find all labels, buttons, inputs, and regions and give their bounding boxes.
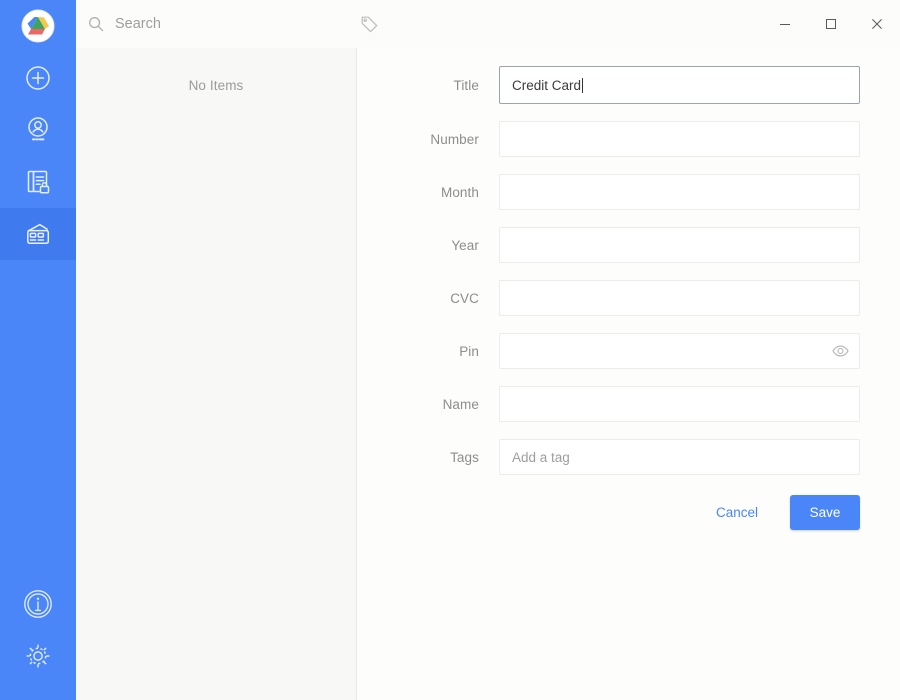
field-cvc: CVC	[357, 280, 900, 316]
field-number: Number	[357, 121, 900, 157]
field-month: Month	[357, 174, 900, 210]
person-credentials-icon	[28, 117, 48, 141]
input-cvc[interactable]	[499, 280, 860, 316]
maximize-icon	[826, 19, 836, 29]
search-icon	[89, 17, 104, 32]
item-form: Title Credit Card Number Month Year CVC …	[357, 48, 900, 700]
app-window: No Items Title Credit Card Number Month	[0, 0, 900, 700]
cancel-button[interactable]: Cancel	[708, 499, 766, 526]
input-number[interactable]	[499, 121, 860, 157]
label-number: Number	[430, 131, 479, 147]
label-name: Name	[442, 396, 479, 412]
toggle-pin-visibility-button[interactable]	[832, 345, 849, 358]
input-tags[interactable]: Add a tag	[499, 439, 860, 475]
close-icon	[872, 19, 882, 29]
app-logo-icon	[21, 9, 55, 43]
text-caret	[582, 77, 584, 93]
label-month: Month	[440, 184, 479, 200]
eye-icon	[832, 345, 849, 357]
sidebar-item-cards[interactable]	[0, 208, 76, 260]
close-button[interactable]	[854, 0, 900, 48]
sidebar	[0, 0, 76, 700]
gear-icon	[26, 644, 50, 668]
label-pin: Pin	[459, 343, 479, 359]
sidebar-top-group	[0, 0, 76, 260]
wallet-card-icon	[27, 223, 50, 244]
input-title[interactable]: Credit Card	[499, 66, 860, 104]
save-button[interactable]: Save	[790, 495, 860, 530]
title-bar: Search	[76, 0, 900, 48]
item-form-panel: Title Credit Card Number Month Year CVC …	[357, 0, 900, 700]
plus-circle-icon	[26, 66, 50, 90]
field-year: Year	[357, 227, 900, 263]
info-badge-icon	[24, 590, 52, 618]
sidebar-bottom-group	[0, 578, 76, 700]
tag-filter-button[interactable]	[355, 10, 383, 38]
input-name[interactable]	[499, 386, 860, 422]
sidebar-item-notes[interactable]	[0, 156, 76, 208]
sidebar-item-about[interactable]	[0, 578, 76, 630]
secure-note-icon	[27, 170, 50, 194]
label-year: Year	[451, 237, 479, 253]
items-list[interactable]: No Items	[76, 48, 356, 700]
sidebar-item-logins[interactable]	[0, 104, 76, 156]
minimize-button[interactable]	[762, 0, 808, 48]
form-actions: Cancel Save	[357, 495, 900, 530]
app-logo	[0, 0, 76, 52]
label-cvc: CVC	[450, 290, 479, 306]
items-list-panel: No Items	[76, 0, 357, 700]
field-title: Title Credit Card	[357, 66, 900, 104]
search-placeholder: Search	[115, 16, 161, 32]
input-pin[interactable]	[499, 333, 860, 369]
tag-icon	[361, 16, 377, 32]
label-tags: Tags	[450, 449, 479, 465]
window-controls	[762, 0, 900, 48]
input-title-value: Credit Card	[512, 77, 582, 93]
minimize-icon	[780, 24, 790, 25]
sidebar-item-settings[interactable]	[0, 630, 76, 682]
input-month[interactable]	[499, 174, 860, 210]
field-tags: Tags Add a tag	[357, 439, 900, 475]
input-tags-placeholder: Add a tag	[512, 449, 570, 465]
maximize-button[interactable]	[808, 0, 854, 48]
sidebar-item-add[interactable]	[0, 52, 76, 104]
field-pin: Pin	[357, 333, 900, 369]
label-title: Title	[453, 77, 479, 93]
field-name: Name	[357, 386, 900, 422]
search-input[interactable]: Search	[88, 9, 338, 39]
empty-state-message: No Items	[188, 78, 244, 93]
input-year[interactable]	[499, 227, 860, 263]
